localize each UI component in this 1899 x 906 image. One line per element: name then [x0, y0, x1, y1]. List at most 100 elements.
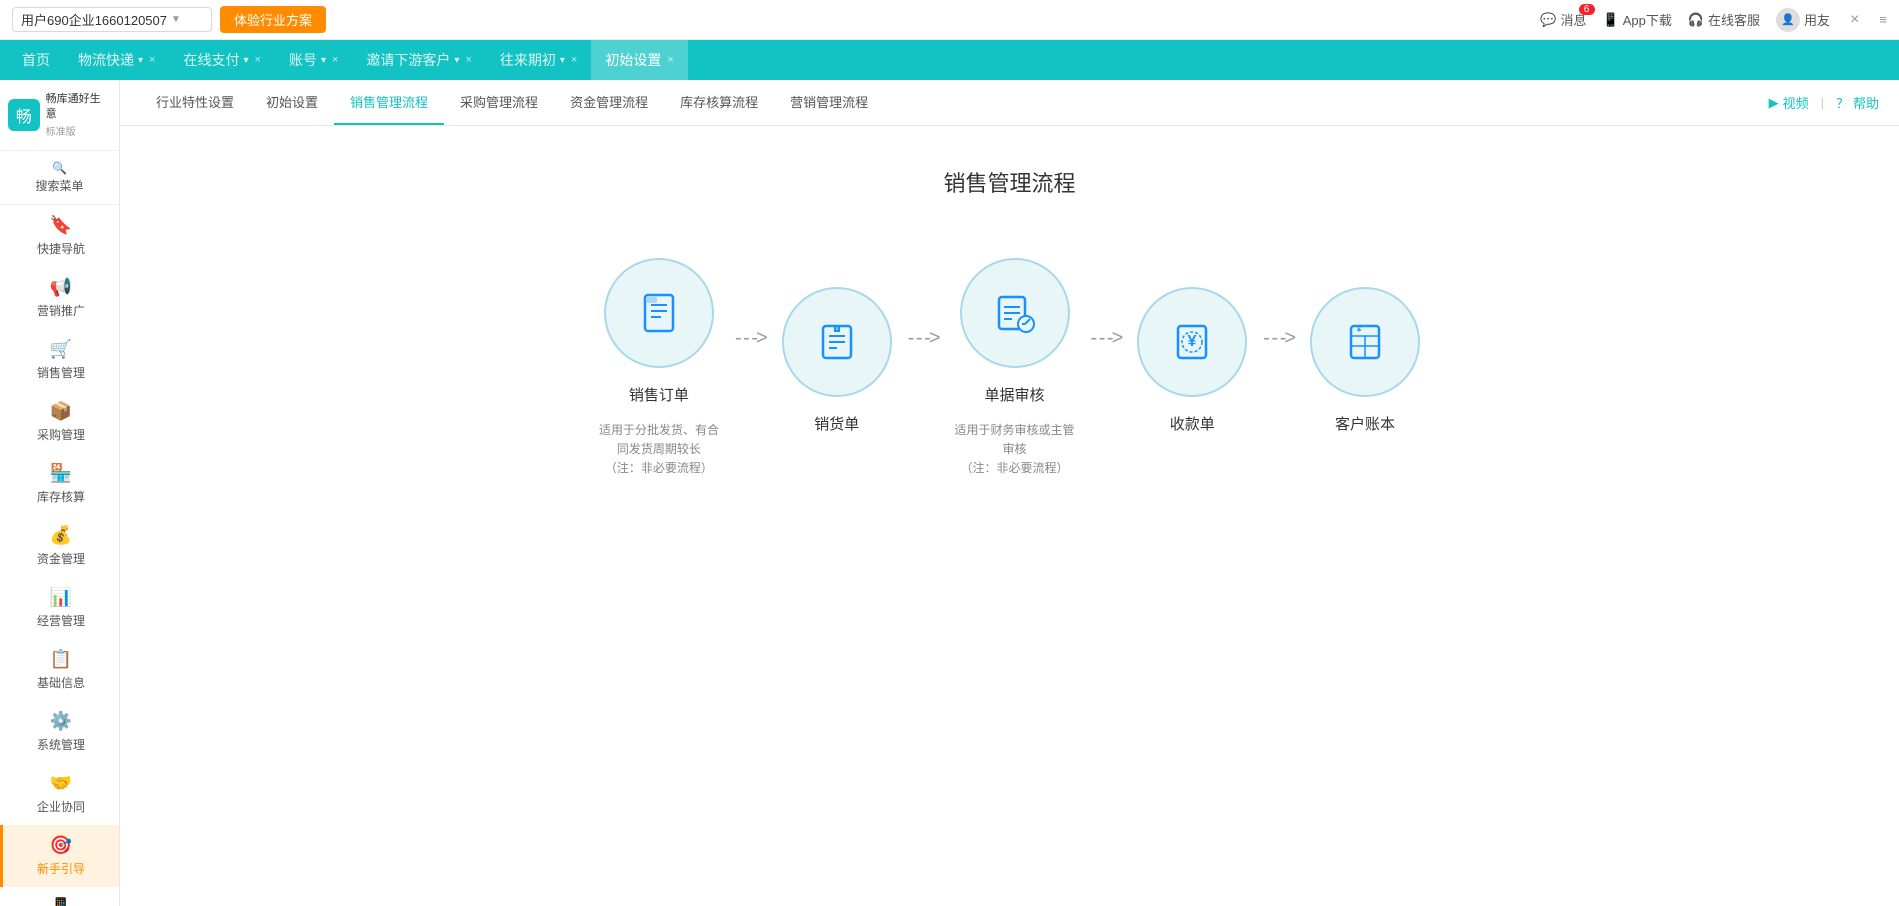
arrow-2: - - -> [908, 327, 939, 410]
svg-text:¥: ¥ [1188, 333, 1197, 350]
sub-tab-finance-flow[interactable]: 资金管理流程 [554, 80, 664, 125]
sub-tab-sales-flow[interactable]: 销售管理流程 [334, 80, 444, 125]
tab-account-caret: ▾ [321, 55, 326, 66]
trial-btn[interactable]: 体验行业方案 [220, 6, 326, 33]
sub-tabs-right: ▶ 视频 | ？ 帮助 [1769, 93, 1879, 112]
video-help-item[interactable]: ▶ 视频 [1769, 93, 1809, 112]
enterprise-collab-icon: 🤝 [50, 773, 72, 794]
user-item[interactable]: 👤 用友 [1776, 8, 1830, 32]
process-area: 销售管理流程 销售订单 适用于分批发货、有合同发货周期较长（ [120, 126, 1899, 906]
tab-logistics-caret: ▾ [138, 55, 143, 66]
process-step-sales-order: 销售订单 适用于分批发货、有合同发货周期较长（注：非必要流程） [599, 258, 719, 479]
user-selector[interactable]: 用户690企业1660120507 ▼ [12, 7, 212, 32]
user-item-label: 用友 [1804, 10, 1830, 29]
process-flow: 销售订单 适用于分批发货、有合同发货周期较长（注：非必要流程） - - -> [599, 258, 1420, 479]
tab-account[interactable]: 账号 ▾ × [275, 40, 352, 80]
sidebar: 畅 畅库通好生意 标准版 🔍 搜索菜单 🔖 快捷导航 📢 营销推广 🛒 销售管理… [0, 80, 120, 906]
sidebar-item-system[interactable]: ⚙️ 系统管理 [0, 701, 119, 763]
tab-payment-close[interactable]: × [255, 54, 261, 66]
messages-badge: 6 [1579, 4, 1595, 15]
purchase-label: 采购管理 [37, 426, 85, 443]
sub-tab-industry[interactable]: 行业特性设置 [140, 80, 250, 125]
tab-invite[interactable]: 邀请下游客户 ▾ × [352, 40, 485, 80]
arrow-1: - - -> [735, 327, 766, 410]
help-icon: ？ [1836, 93, 1849, 112]
tab-invite-caret: ▾ [454, 55, 459, 66]
process-step-ledger: ¥ 客户账本 [1310, 287, 1420, 450]
top-bar-left: 用户690企业1660120507 ▼ 体验行业方案 [12, 6, 326, 33]
process-circle-ledger[interactable]: ¥ [1310, 287, 1420, 397]
tab-account-close[interactable]: × [332, 54, 338, 66]
sidebar-item-inventory[interactable]: 🏪 库存核算 [0, 453, 119, 515]
message-icon: 💬 [1540, 12, 1556, 28]
tab-period-init-close[interactable]: × [571, 54, 577, 66]
topbar-close-btn[interactable]: × [1846, 11, 1863, 29]
tab-invite-close[interactable]: × [465, 54, 471, 66]
main-layout: 畅 畅库通好生意 标准版 🔍 搜索菜单 🔖 快捷导航 📢 营销推广 🛒 销售管理… [0, 80, 1899, 906]
audit-desc: 适用于财务审核或主管审核（注：非必要流程） [955, 421, 1075, 479]
process-circle-sales-order[interactable] [604, 258, 714, 368]
receipt-name: 收款单 [1170, 413, 1215, 434]
invoice-icon [813, 318, 861, 366]
content-area: 行业特性设置 初始设置 销售管理流程 采购管理流程 资金管理流程 库存核算流程 [120, 80, 1899, 906]
help-item[interactable]: ？ 帮助 [1836, 93, 1879, 112]
sub-tab-marketing-flow-label: 营销管理流程 [790, 95, 868, 110]
online-service-item[interactable]: 🎧 在线客服 [1688, 10, 1760, 29]
sub-tab-sales-flow-label: 销售管理流程 [350, 95, 428, 110]
sub-tab-inventory-flow[interactable]: 库存核算流程 [664, 80, 774, 125]
nav-tabs: 首页 物流快递 ▾ × 在线支付 ▾ × 账号 ▾ × 邀请下游客户 ▾ × 往… [0, 40, 1899, 80]
quick-nav-label: 快捷导航 [37, 240, 85, 257]
tab-logistics[interactable]: 物流快递 ▾ × [64, 40, 169, 80]
sidebar-item-purchase[interactable]: 📦 采购管理 [0, 391, 119, 453]
top-bar-right: 💬 消息 6 📱 App下载 🎧 在线客服 👤 用友 × ≡ [1540, 8, 1887, 32]
sub-tab-initial[interactable]: 初始设置 [250, 80, 334, 125]
sub-tab-marketing-flow[interactable]: 营销管理流程 [774, 80, 884, 125]
sub-tabs-left: 行业特性设置 初始设置 销售管理流程 采购管理流程 资金管理流程 库存核算流程 [140, 80, 884, 125]
tab-home[interactable]: 首页 [8, 40, 64, 80]
purchase-icon: 📦 [50, 401, 72, 422]
finance-icon: 💰 [50, 525, 72, 546]
tab-period-init[interactable]: 往来期初 ▾ × [486, 40, 591, 80]
search-icon: 🔍 [52, 161, 67, 175]
system-label: 系统管理 [37, 736, 85, 753]
online-service-label: 在线客服 [1708, 10, 1760, 29]
process-title: 销售管理流程 [943, 166, 1075, 198]
sidebar-item-finance[interactable]: 💰 资金管理 [0, 515, 119, 577]
sidebar-item-enterprise-collab[interactable]: 🤝 企业协同 [0, 763, 119, 825]
user-label: 用户690企业1660120507 [21, 10, 167, 29]
sidebar-item-quick-nav[interactable]: 🔖 快捷导航 [0, 205, 119, 267]
collapse-icon[interactable]: ≡ [1879, 12, 1887, 27]
tab-payment[interactable]: 在线支付 ▾ × [169, 40, 274, 80]
finance-label: 资金管理 [37, 550, 85, 567]
sub-tab-purchase-flow[interactable]: 采购管理流程 [444, 80, 554, 125]
process-circle-receipt[interactable]: ¥ [1137, 287, 1247, 397]
svg-text:¥: ¥ [1356, 324, 1363, 334]
tab-logistics-close[interactable]: × [149, 54, 155, 66]
process-step-invoice: 销货单 [782, 287, 892, 450]
tab-initial-setup-close[interactable]: × [667, 54, 673, 66]
messages-icon-item[interactable]: 💬 消息 6 [1540, 10, 1586, 29]
process-circle-invoice[interactable] [782, 287, 892, 397]
tab-period-init-caret: ▾ [560, 55, 565, 66]
tab-initial-setup[interactable]: 初始设置 × [591, 40, 687, 80]
sidebar-item-newbie-guide[interactable]: 🎯 新手引导 [0, 825, 119, 887]
invoice-name: 销货单 [814, 413, 859, 434]
help-label: 帮助 [1853, 93, 1879, 112]
divider: | [1821, 95, 1824, 110]
sidebar-item-app-center[interactable]: 📱 应用中心 [0, 887, 119, 906]
sub-tabs: 行业特性设置 初始设置 销售管理流程 采购管理流程 资金管理流程 库存核算流程 [120, 80, 1899, 126]
logo-main-text: 畅库通好生意 [46, 92, 111, 123]
sidebar-item-basic-info[interactable]: 📋 基础信息 [0, 639, 119, 701]
process-step-receipt: ¥ 收款单 [1137, 287, 1247, 450]
process-circle-audit[interactable] [960, 258, 1070, 368]
tab-payment-label: 在线支付 [183, 50, 239, 70]
app-download-item[interactable]: 📱 App下载 [1603, 10, 1672, 29]
sidebar-item-marketing[interactable]: 📢 营销推广 [0, 267, 119, 329]
arrow-4: - - -> [1263, 327, 1294, 410]
sub-tab-industry-label: 行业特性设置 [156, 95, 234, 110]
sales-icon: 🛒 [50, 339, 72, 360]
sidebar-item-sales[interactable]: 🛒 销售管理 [0, 329, 119, 391]
video-icon: ▶ [1769, 95, 1779, 111]
sidebar-item-operations[interactable]: 📊 经营管理 [0, 577, 119, 639]
sidebar-search[interactable]: 🔍 搜索菜单 [0, 151, 119, 205]
